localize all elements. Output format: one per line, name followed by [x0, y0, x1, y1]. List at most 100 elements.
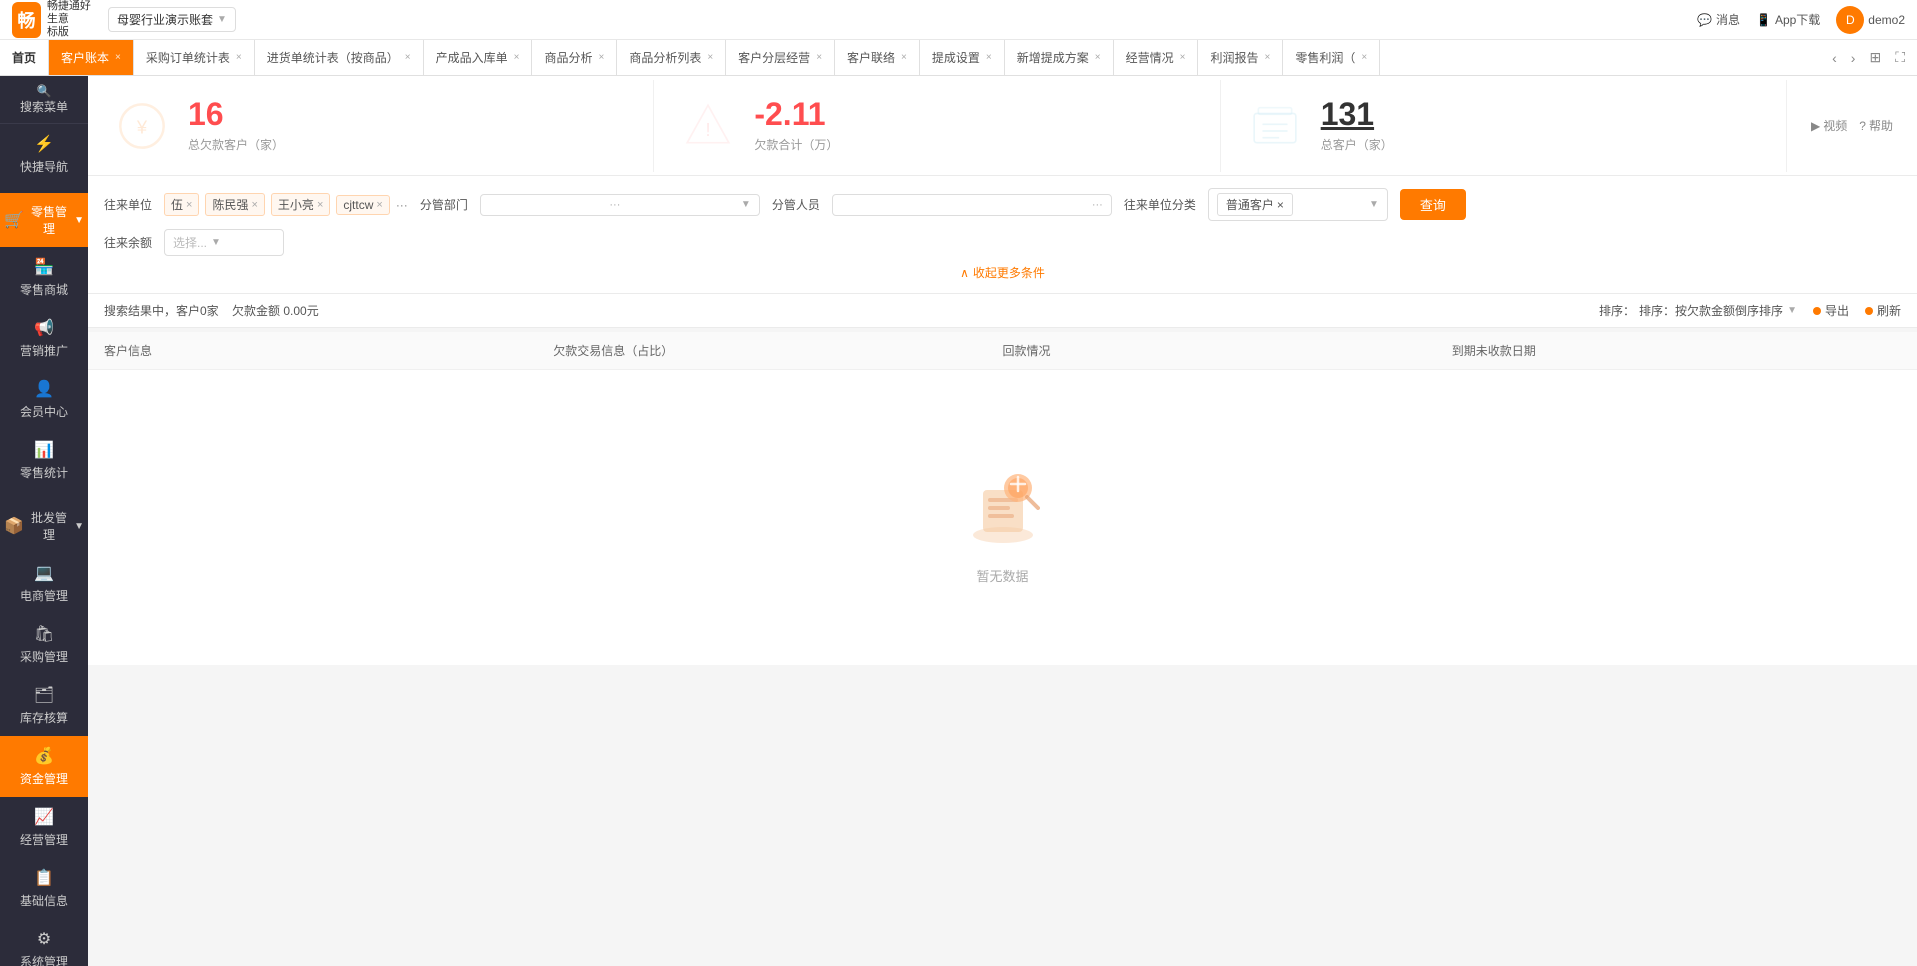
tag-close-chen[interactable]: ×: [251, 199, 257, 211]
message-btn[interactable]: 💬 消息: [1697, 11, 1740, 28]
col-date-header: 到期未收款日期: [1452, 342, 1901, 359]
tag-close-wu[interactable]: ×: [186, 199, 192, 211]
sidebar-item-inventory[interactable]: 🗂 库存核算: [0, 675, 88, 736]
logo-area: 畅 畅捷通好生意 标版: [12, 0, 100, 39]
tab-close-icon[interactable]: ×: [1095, 52, 1101, 63]
tab-scroll-right-icon[interactable]: ›: [1847, 48, 1860, 68]
sidebar-item-operations[interactable]: 📈 经营管理: [0, 797, 88, 858]
balance-chevron-icon: ▼: [211, 237, 221, 248]
tab-product-inbound[interactable]: 产成品入库单 ×: [424, 40, 533, 75]
sidebar-item-retail-stats[interactable]: 📊 零售统计: [0, 430, 88, 491]
svg-text:!: !: [706, 118, 711, 139]
tab-scroll-left-icon[interactable]: ‹: [1828, 48, 1841, 68]
collapse-btn[interactable]: ∧ 收起更多条件: [104, 264, 1901, 281]
sort-selector[interactable]: 排序： 排序：按欠款金额倒序排序 ▼: [1599, 302, 1797, 319]
ecommerce-icon: 💻: [34, 563, 54, 583]
tab-product-analysis-list[interactable]: 商品分析列表 ×: [617, 40, 726, 75]
tab-customer-tier[interactable]: 客户分层经营 ×: [726, 40, 835, 75]
tab-close-icon[interactable]: ×: [707, 52, 713, 63]
table-header: 客户信息 欠款交易信息（占比） 回款情况 到期未收款日期: [88, 332, 1917, 370]
tag-close-wang[interactable]: ×: [317, 199, 323, 211]
filter-person-select[interactable]: ···: [832, 194, 1112, 216]
tab-close-icon[interactable]: ×: [986, 52, 992, 63]
sidebar-item-wholesale[interactable]: 📦 批发管理 ▼: [0, 499, 88, 553]
tab-customer-ledger[interactable]: 客户账本 ×: [49, 40, 134, 75]
help-btn[interactable]: ? 帮助: [1859, 117, 1893, 134]
filter-more-btn[interactable]: ···: [396, 198, 408, 212]
tab-close-icon[interactable]: ×: [1180, 52, 1186, 63]
app-download-btn[interactable]: 📱 App下载: [1756, 11, 1820, 28]
tab-purchase-order[interactable]: 采购订单统计表 ×: [134, 40, 255, 75]
tab-close-icon[interactable]: ×: [598, 52, 604, 63]
classify-chevron-icon: ▼: [1369, 199, 1379, 210]
tab-close-icon[interactable]: ×: [236, 52, 242, 63]
video-btn[interactable]: ▶ 视频: [1811, 117, 1847, 134]
results-bar: 搜索结果中，客户0家 欠款金额 0.00元 排序： 排序：按欠款金额倒序排序 ▼…: [88, 294, 1917, 328]
stat-info-debt: -2.11 欠款合计（万）: [754, 98, 838, 153]
sidebar-search[interactable]: 🔍 搜索菜单: [0, 76, 88, 124]
sidebar-item-purchase[interactable]: 🛍 采购管理: [0, 614, 88, 675]
wholesale-icon: 📦: [4, 516, 24, 536]
filter-label-unit: 往来单位: [104, 196, 152, 213]
dept-chevron-icon: ▼: [741, 199, 751, 210]
results-summary: 搜索结果中，客户0家 欠款金额 0.00元: [104, 302, 319, 319]
tab-close-icon[interactable]: ×: [1264, 52, 1270, 63]
message-icon: 💬: [1697, 13, 1712, 27]
customers-value: 16: [188, 98, 284, 130]
tab-close-icon[interactable]: ×: [115, 52, 121, 63]
tab-more-icon[interactable]: ⊞: [1865, 47, 1885, 68]
store-selector[interactable]: 母婴行业演示账套 ▼: [108, 7, 236, 32]
user-menu[interactable]: D demo2: [1836, 6, 1905, 34]
tab-customer-contact[interactable]: 客户联络 ×: [835, 40, 920, 75]
tab-close-icon[interactable]: ×: [901, 52, 907, 63]
stat-card-total: 131 总客户（家）: [1221, 80, 1787, 172]
filter-label-person: 分管人员: [772, 196, 820, 213]
sidebar-item-system[interactable]: ⚙ 系统管理: [0, 919, 88, 966]
tab-incoming-stats[interactable]: 进货单统计表（按商品） ×: [255, 40, 424, 75]
tab-close-icon[interactable]: ×: [1361, 52, 1367, 63]
basic-info-icon: 📋: [34, 868, 54, 888]
export-btn[interactable]: 导出: [1813, 302, 1849, 319]
classify-tag-close[interactable]: ×: [1277, 198, 1284, 212]
tab-add-commission[interactable]: 新增提成方案 ×: [1005, 40, 1114, 75]
purchase-icon: 🛍: [34, 624, 54, 644]
app-icon: 📱: [1756, 13, 1771, 27]
tab-commission-settings[interactable]: 提成设置 ×: [920, 40, 1005, 75]
top-bar-left: 畅 畅捷通好生意 标版 母婴行业演示账套 ▼: [12, 0, 236, 39]
tab-home[interactable]: 首页: [0, 40, 49, 75]
sidebar-item-member[interactable]: 👤 会员中心: [0, 369, 88, 430]
nav-tabs: 首页 客户账本 × 采购订单统计表 × 进货单统计表（按商品） × 产成品入库单…: [0, 40, 1917, 76]
sidebar-item-quick-nav[interactable]: ⚡ 快捷导航: [0, 124, 88, 185]
refresh-btn[interactable]: 刷新: [1865, 302, 1901, 319]
filter-classify-select[interactable]: 普通客户 × ▼: [1208, 188, 1388, 221]
dept-more-icon: ···: [609, 199, 620, 211]
tab-operations[interactable]: 经营情况 ×: [1114, 40, 1199, 75]
filter-tag-cjttcw: cjttcw ×: [336, 195, 389, 215]
tab-close-icon[interactable]: ×: [816, 52, 822, 63]
tab-fullscreen-icon[interactable]: ⛶: [1891, 47, 1909, 68]
sidebar-item-marketing[interactable]: 📢 营销推广: [0, 308, 88, 369]
sidebar-item-retail[interactable]: 🛒 零售管理 ▼: [0, 193, 88, 247]
tab-product-analysis[interactable]: 商品分析 ×: [532, 40, 617, 75]
query-button[interactable]: 查询: [1400, 189, 1466, 220]
sidebar-item-retail-mall[interactable]: 🏪 零售商城: [0, 247, 88, 308]
sidebar-item-basic-info[interactable]: 📋 基础信息: [0, 858, 88, 919]
stat-info-customers: 16 总欠款客户（家）: [188, 98, 284, 153]
empty-state: 暂无数据: [88, 370, 1917, 665]
tab-profit-report[interactable]: 利润报告 ×: [1198, 40, 1283, 75]
tab-close-icon[interactable]: ×: [405, 52, 411, 63]
filter-dept-select[interactable]: ··· ▼: [480, 194, 760, 216]
sidebar-item-finance[interactable]: 💰 资金管理: [0, 736, 88, 797]
tab-retail-profit[interactable]: 零售利润（ ×: [1283, 40, 1380, 75]
filter-tag-wu: 伍 ×: [164, 193, 199, 216]
tab-close-icon[interactable]: ×: [514, 52, 520, 63]
stats-icon: 📊: [34, 440, 54, 460]
tag-close-cjttcw[interactable]: ×: [376, 199, 382, 211]
top-bar-right: 💬 消息 📱 App下载 D demo2: [1697, 6, 1905, 34]
search-icon: 🔍: [6, 84, 82, 98]
filter-tag-wang: 王小亮 ×: [271, 193, 330, 216]
sidebar-item-ecommerce[interactable]: 💻 电商管理: [0, 553, 88, 614]
filter-balance-input[interactable]: 选择... ▼: [164, 229, 284, 256]
stat-card-debt: ! -2.11 欠款合计（万）: [654, 80, 1220, 172]
results-bar-right: 排序： 排序：按欠款金额倒序排序 ▼ 导出 刷新: [1599, 302, 1901, 319]
